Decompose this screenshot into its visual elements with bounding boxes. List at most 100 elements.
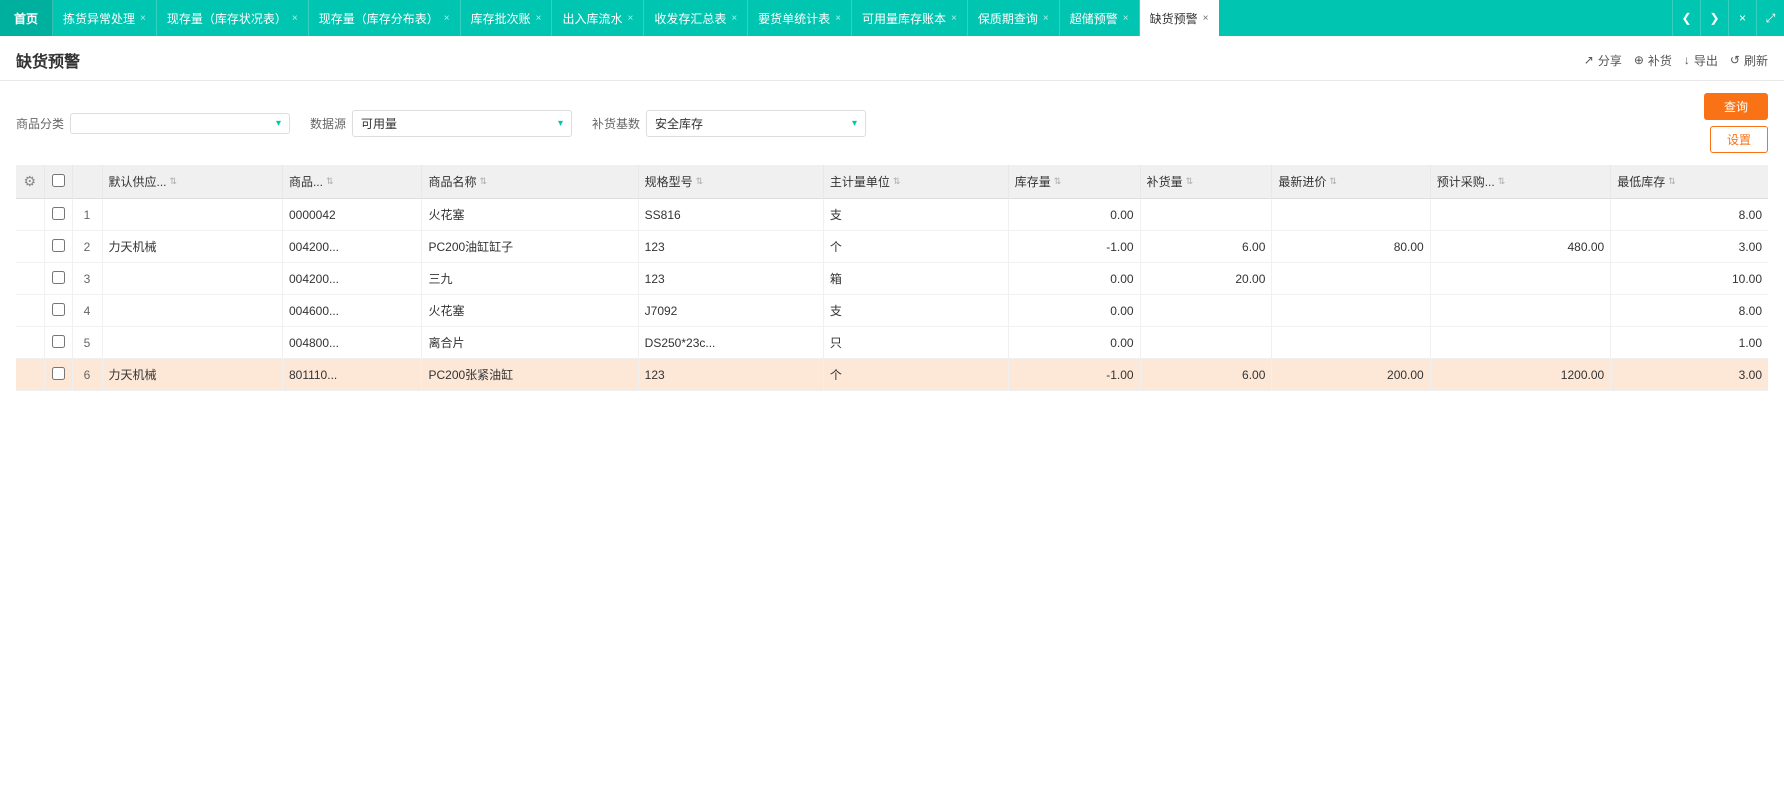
sort-icon-supplier: ⇅: [170, 176, 178, 187]
row-checkbox-5[interactable]: [52, 335, 65, 348]
th-unit[interactable]: 主计量单位 ⇅: [823, 165, 1008, 199]
share-icon: ↗: [1584, 53, 1594, 67]
gear-settings-icon[interactable]: ⚙: [23, 173, 36, 189]
row-checkbox-4[interactable]: [52, 303, 65, 316]
td-product-code-1: 0000042: [282, 199, 422, 231]
close-tab-inventory-status[interactable]: ×: [292, 13, 298, 24]
nav-tab-receive-summary[interactable]: 收发存汇总表 ×: [644, 0, 748, 36]
close-tab-refine-anomaly[interactable]: ×: [140, 13, 146, 24]
export-button[interactable]: ↓ 导出: [1684, 52, 1718, 69]
th-min-stock[interactable]: 最低库存 ⇅: [1611, 165, 1768, 199]
close-tab-overstock-warning[interactable]: ×: [1123, 13, 1129, 24]
nav-tab-inventory-dist[interactable]: 现存量（库存分布表） ×: [309, 0, 461, 36]
table-row: 6 力天机械 801110... PC200张紧油缸 123 个 -1.00 6…: [16, 359, 1768, 391]
nav-scroll-right[interactable]: ❯: [1700, 0, 1728, 36]
th-latest-price[interactable]: 最新进价 ⇅: [1272, 165, 1430, 199]
nav-tab-batch-account[interactable]: 库存批次账 ×: [461, 0, 553, 36]
refresh-icon: ↺: [1730, 53, 1740, 67]
td-stock-qty-4: 0.00: [1008, 295, 1140, 327]
td-gear-3: [16, 263, 44, 295]
sort-icon-replenish-qty: ⇅: [1186, 176, 1194, 187]
nav-tab-refine-anomaly[interactable]: 拣货异常处理 ×: [53, 0, 157, 36]
nav-tab-overstock-warning[interactable]: 超储预警 ×: [1060, 0, 1140, 36]
th-default-supplier[interactable]: 默认供应... ⇅: [102, 165, 282, 199]
filter-replenish-basis-select[interactable]: 安全库存 ▾: [646, 110, 866, 137]
top-navigation: 首页 拣货异常处理 × 现存量（库存状况表） × 现存量（库存分布表） × 库存…: [0, 0, 1784, 36]
nav-tab-home[interactable]: 首页: [0, 0, 53, 36]
replenish-icon: ⊕: [1634, 53, 1644, 67]
nav-tab-order-stat[interactable]: 要货单统计表 ×: [748, 0, 852, 36]
td-default-supplier-4: [102, 295, 282, 327]
nav-tab-shortage-warning[interactable]: 缺货预警 ×: [1140, 0, 1220, 36]
td-checkbox-1[interactable]: [44, 199, 72, 231]
td-default-supplier-3: [102, 263, 282, 295]
close-tab-inventory-dist[interactable]: ×: [444, 13, 450, 24]
row-checkbox-3[interactable]: [52, 271, 65, 284]
td-checkbox-6[interactable]: [44, 359, 72, 391]
th-product-code[interactable]: 商品... ⇅: [282, 165, 422, 199]
close-tab-shortage-warning[interactable]: ×: [1203, 13, 1209, 24]
td-row-num-5: 5: [72, 327, 102, 359]
nav-tab-available-ledger[interactable]: 可用量库存账本 ×: [852, 0, 968, 36]
replenish-button[interactable]: ⊕ 补货: [1634, 52, 1672, 69]
td-product-name-2: PC200油缸缸子: [422, 231, 638, 263]
filter-datasource-group: 数据源 可用量 ▾: [310, 110, 572, 137]
td-latest-price-1: [1272, 199, 1430, 231]
th-stock-qty[interactable]: 库存量 ⇅: [1008, 165, 1140, 199]
table-row: 3 004200... 三九 123 箱 0.00 20.00 10.00: [16, 263, 1768, 295]
sort-icon-latest-price: ⇅: [1329, 176, 1337, 187]
table-header-row: ⚙ 默认供应... ⇅ 商品...: [16, 165, 1768, 199]
th-est-purchase[interactable]: 预计采购... ⇅: [1430, 165, 1610, 199]
row-checkbox-6[interactable]: [52, 367, 65, 380]
nav-tab-expiry-query[interactable]: 保质期查询 ×: [968, 0, 1060, 36]
td-checkbox-3[interactable]: [44, 263, 72, 295]
td-min-stock-1: 8.00: [1611, 199, 1768, 231]
row-checkbox-2[interactable]: [52, 239, 65, 252]
refresh-button[interactable]: ↺ 刷新: [1730, 52, 1768, 69]
filter-category-select[interactable]: ▾: [70, 113, 290, 134]
sort-icon-spec: ⇅: [696, 176, 704, 187]
close-tab-receive-summary[interactable]: ×: [731, 13, 737, 24]
th-gear[interactable]: ⚙: [16, 165, 44, 199]
close-tab-order-stat[interactable]: ×: [835, 13, 841, 24]
nav-tab-in-out-flow[interactable]: 出入库流水 ×: [552, 0, 644, 36]
shortage-table: ⚙ 默认供应... ⇅ 商品...: [16, 165, 1768, 391]
th-spec[interactable]: 规格型号 ⇅: [638, 165, 823, 199]
close-tab-batch-account[interactable]: ×: [536, 13, 542, 24]
share-button[interactable]: ↗ 分享: [1584, 52, 1622, 69]
td-checkbox-2[interactable]: [44, 231, 72, 263]
row-checkbox-1[interactable]: [52, 207, 65, 220]
close-tab-available-ledger[interactable]: ×: [951, 13, 957, 24]
sort-icon-product-name: ⇅: [479, 176, 487, 187]
th-replenish-qty[interactable]: 补货量 ⇅: [1140, 165, 1272, 199]
close-tab-in-out-flow[interactable]: ×: [627, 13, 633, 24]
td-replenish-qty-1: [1140, 199, 1272, 231]
close-tab-expiry-query[interactable]: ×: [1043, 13, 1049, 24]
query-button[interactable]: 查询: [1704, 93, 1768, 120]
td-min-stock-3: 10.00: [1611, 263, 1768, 295]
td-default-supplier-2: 力天机械: [102, 231, 282, 263]
td-stock-qty-3: 0.00: [1008, 263, 1140, 295]
td-checkbox-5[interactable]: [44, 327, 72, 359]
nav-close-window[interactable]: ×: [1728, 0, 1756, 36]
nav-scroll-left[interactable]: ❮: [1672, 0, 1700, 36]
td-row-num-1: 1: [72, 199, 102, 231]
td-latest-price-6: 200.00: [1272, 359, 1430, 391]
td-spec-1: SS816: [638, 199, 823, 231]
td-default-supplier-1: [102, 199, 282, 231]
td-unit-6: 个: [823, 359, 1008, 391]
td-gear-1: [16, 199, 44, 231]
select-all-checkbox[interactable]: [52, 174, 65, 187]
sort-icon-est-purchase: ⇅: [1498, 176, 1506, 187]
table-row: 4 004600... 火花塞 J7092 支 0.00 8.00: [16, 295, 1768, 327]
nav-fullscreen[interactable]: ⤢: [1756, 0, 1784, 36]
th-product-name[interactable]: 商品名称 ⇅: [422, 165, 638, 199]
th-checkbox: [44, 165, 72, 199]
td-gear-2: [16, 231, 44, 263]
settings-button[interactable]: 设置: [1710, 126, 1768, 153]
td-checkbox-4[interactable]: [44, 295, 72, 327]
td-row-num-4: 4: [72, 295, 102, 327]
nav-tab-inventory-status[interactable]: 现存量（库存状况表） ×: [157, 0, 309, 36]
td-unit-5: 只: [823, 327, 1008, 359]
filter-datasource-select[interactable]: 可用量 ▾: [352, 110, 572, 137]
